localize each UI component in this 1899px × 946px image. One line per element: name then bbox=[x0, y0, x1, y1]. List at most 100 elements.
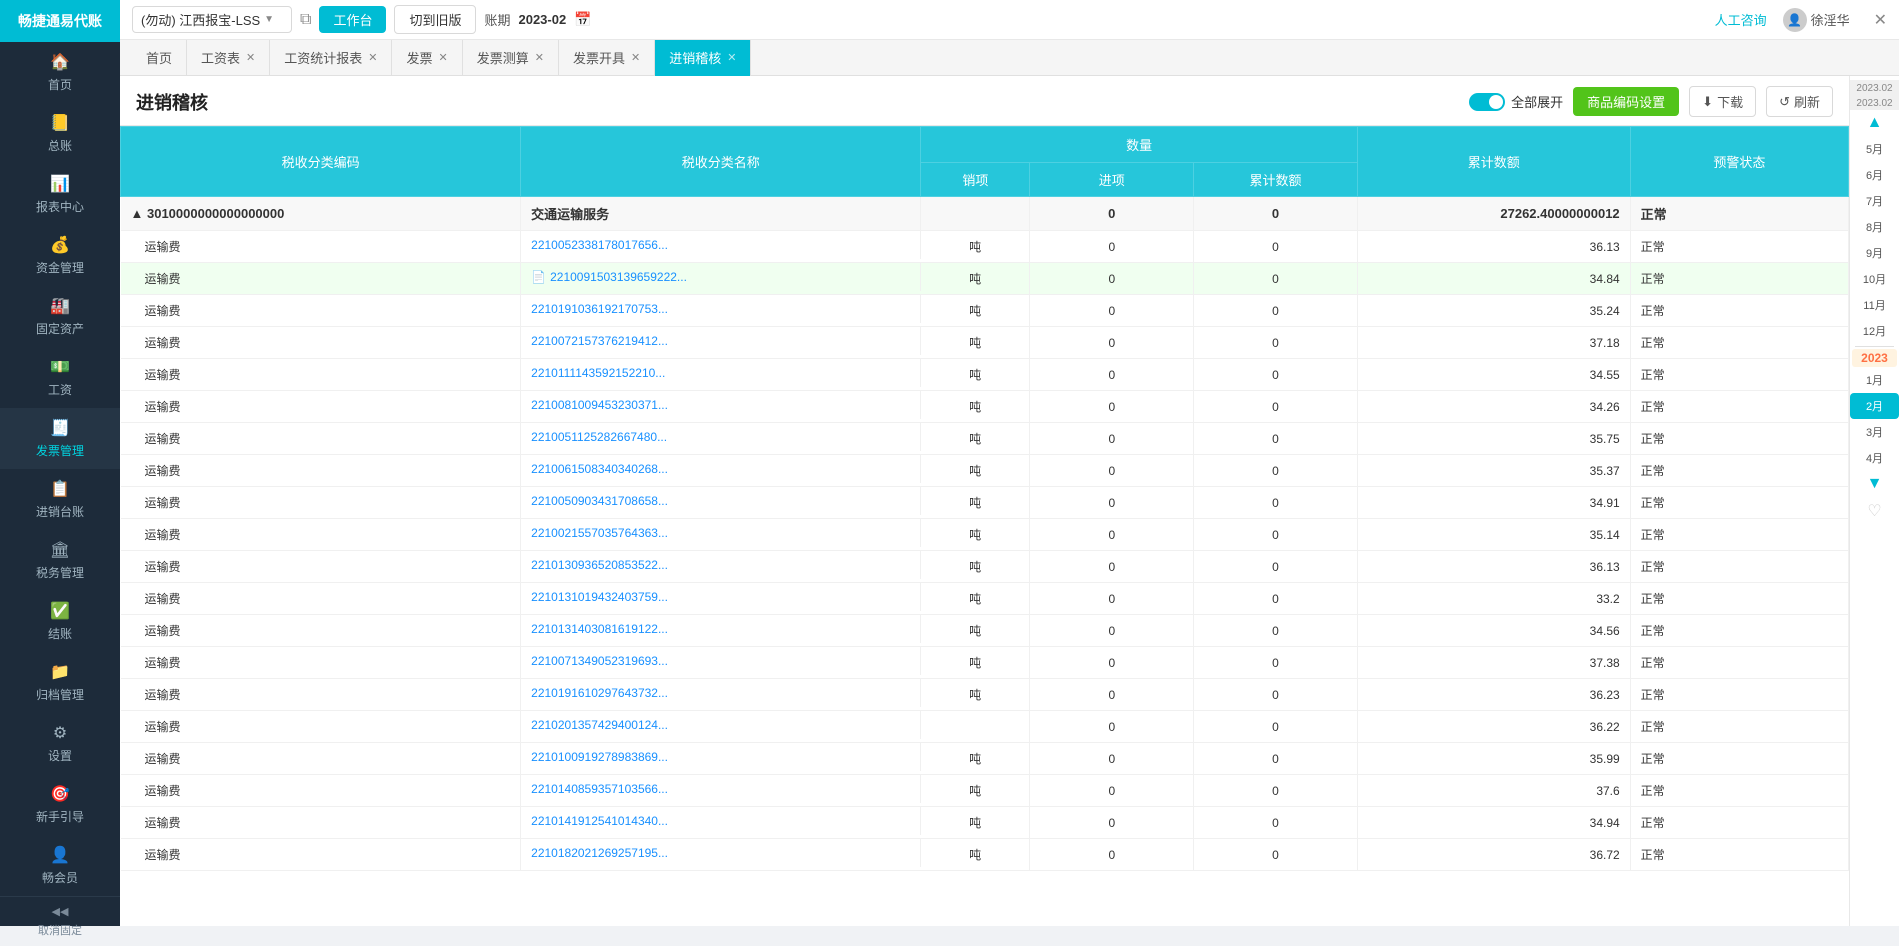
sidebar-item-label: 税务管理 bbox=[36, 564, 84, 581]
calendar-nav-up[interactable]: ▲ bbox=[1863, 110, 1887, 136]
tab-invoice-label: 发票 bbox=[406, 48, 432, 67]
table-row[interactable]: 运输费 2210141912541014340... 吨 0 0 34.94 正… bbox=[121, 807, 1849, 839]
tab-close-icon[interactable]: ✕ bbox=[727, 51, 736, 64]
sidebar-item-invoice[interactable]: 🧾 发票管理 bbox=[0, 408, 120, 469]
cell-status: 正常 bbox=[1630, 839, 1848, 871]
unpin-button[interactable]: ◀◀ 取消固定 bbox=[0, 896, 120, 946]
tab-close-icon[interactable]: ✕ bbox=[368, 51, 377, 64]
sidebar-item-assets[interactable]: 🏭 固定资产 bbox=[0, 286, 120, 347]
tab-payroll-stats[interactable]: 工资统计报表 ✕ bbox=[270, 40, 392, 76]
cell-cumulative: 27262.40000000012 bbox=[1357, 197, 1630, 231]
switch-version-button[interactable]: 切到旧版 bbox=[394, 5, 476, 34]
tab-sales-verify[interactable]: 进销稽核 ✕ bbox=[655, 40, 751, 76]
cal-month-7[interactable]: 7月 bbox=[1850, 188, 1899, 214]
table-row[interactable]: 运输费 2210051125282667480... 吨 0 0 35.75 正… bbox=[121, 423, 1849, 455]
cal-month-feb[interactable]: 2月 bbox=[1850, 393, 1899, 419]
table-row[interactable]: 运输费 2210201357429400124... 0 0 36.22 正常 bbox=[121, 711, 1849, 743]
company-selector[interactable]: (勿动) 江西报宝-LSS ▼ bbox=[132, 6, 292, 33]
download-button[interactable]: ⬇ 下载 bbox=[1689, 86, 1756, 117]
cell-cumulative: 35.75 bbox=[1357, 423, 1630, 455]
sidebar-item-archive[interactable]: 📁 归档管理 bbox=[0, 652, 120, 713]
tab-home[interactable]: 首页 bbox=[132, 40, 187, 76]
sidebar-item-payroll[interactable]: 💵 工资 bbox=[0, 347, 120, 408]
table-row[interactable]: 运输费 2210130936520853522... 吨 0 0 36.13 正… bbox=[121, 551, 1849, 583]
table-row[interactable]: 运输费 2210140859357103566... 吨 0 0 37.6 正常 bbox=[121, 775, 1849, 807]
sidebar: 畅捷通易代账 🏠 首页 📒 总账 📊 报表中心 💰 资金管理 🏭 固定资产 💵 … bbox=[0, 0, 120, 926]
cal-month-12[interactable]: 12月 bbox=[1850, 318, 1899, 344]
close-button[interactable]: ✕ bbox=[1874, 10, 1887, 30]
cell-purchase: 0 bbox=[1194, 711, 1358, 743]
cal-month-mar[interactable]: 3月 bbox=[1850, 419, 1899, 445]
cal-month-8[interactable]: 8月 bbox=[1850, 214, 1899, 240]
toggle-switch[interactable] bbox=[1469, 93, 1505, 111]
cell-invoice: 2210140859357103566... bbox=[521, 775, 921, 803]
cell-unit: 吨 bbox=[921, 647, 1030, 679]
cell-cumulative: 35.99 bbox=[1357, 743, 1630, 775]
table-row[interactable]: 运输费 2210072157376219412... 吨 0 0 37.18 正… bbox=[121, 327, 1849, 359]
copy-icon[interactable]: ⧉ bbox=[300, 11, 311, 29]
table-row[interactable]: 运输费 📄 2210091503139659222... 吨 0 0 34.84… bbox=[121, 263, 1849, 295]
table-row[interactable]: 运输费 2210050903431708658... 吨 0 0 34.91 正… bbox=[121, 487, 1849, 519]
tab-close-icon[interactable]: ✕ bbox=[535, 51, 544, 64]
col-sales: 销项 bbox=[921, 163, 1030, 197]
calendar-icon[interactable]: 📅 bbox=[574, 11, 591, 28]
table-row[interactable]: 运输费 2210111143592152210... 吨 0 0 34.55 正… bbox=[121, 359, 1849, 391]
cell-invoice: 2210191036192170753... bbox=[521, 295, 921, 323]
sidebar-item-sales-ledger[interactable]: 📋 进销台账 bbox=[0, 469, 120, 530]
sidebar-item-settings[interactable]: ⚙ 设置 bbox=[0, 713, 120, 774]
cell-name: 运输费 bbox=[121, 839, 521, 871]
sidebar-item-capital[interactable]: 💰 资金管理 bbox=[0, 225, 120, 286]
table-row[interactable]: 运输费 2210081009453230371... 吨 0 0 34.26 正… bbox=[121, 391, 1849, 423]
user-menu[interactable]: 👤 徐淫华 bbox=[1783, 8, 1850, 32]
support-link[interactable]: 人工咨询 bbox=[1715, 10, 1767, 29]
calendar-nav-down[interactable]: ▼ bbox=[1863, 471, 1887, 497]
tab-payroll-table[interactable]: 工资表 ✕ bbox=[187, 40, 270, 76]
sidebar-item-ledger[interactable]: 📒 总账 bbox=[0, 103, 120, 164]
cell-status: 正常 bbox=[1630, 391, 1848, 423]
cal-month-jan[interactable]: 1月 bbox=[1850, 367, 1899, 393]
product-code-settings-button[interactable]: 商品编码设置 bbox=[1573, 87, 1679, 116]
cell-purchase: 0 bbox=[1194, 391, 1358, 423]
sidebar-item-member[interactable]: 👤 畅会员 bbox=[0, 835, 120, 896]
table-row[interactable]: ▲ 3010000000000000000 交通运输服务 0 0 27262.4… bbox=[121, 197, 1849, 231]
table-row[interactable]: 运输费 2210061508340340268... 吨 0 0 35.37 正… bbox=[121, 455, 1849, 487]
cal-month-5[interactable]: 5月 bbox=[1850, 136, 1899, 162]
cal-month-6[interactable]: 6月 bbox=[1850, 162, 1899, 188]
table-row[interactable]: 运输费 2210052338178017656... 吨 0 0 36.13 正… bbox=[121, 231, 1849, 263]
cell-name: 交通运输服务 bbox=[521, 197, 921, 231]
sidebar-item-guide[interactable]: 🎯 新手引导 bbox=[0, 774, 120, 835]
cal-month-apr[interactable]: 4月 bbox=[1850, 445, 1899, 471]
cell-unit: 吨 bbox=[921, 679, 1030, 711]
toggle-expand[interactable]: 全部展开 bbox=[1469, 92, 1563, 111]
table-row[interactable]: 运输费 2210191610297643732... 吨 0 0 36.23 正… bbox=[121, 679, 1849, 711]
table-row[interactable]: 运输费 2210182021269257195... 吨 0 0 36.72 正… bbox=[121, 839, 1849, 871]
table-row[interactable]: 运输费 2210131019432403759... 吨 0 0 33.2 正常 bbox=[121, 583, 1849, 615]
cell-unit: 吨 bbox=[921, 583, 1030, 615]
cal-month-9[interactable]: 9月 bbox=[1850, 240, 1899, 266]
cal-month-10[interactable]: 10月 bbox=[1850, 266, 1899, 292]
sidebar-item-home[interactable]: 🏠 首页 bbox=[0, 42, 120, 103]
table-row[interactable]: 运输费 2210071349052319693... 吨 0 0 37.38 正… bbox=[121, 647, 1849, 679]
table-row[interactable]: 运输费 2210131403081619122... 吨 0 0 34.56 正… bbox=[121, 615, 1849, 647]
table-row[interactable]: 运输费 2210191036192170753... 吨 0 0 35.24 正… bbox=[121, 295, 1849, 327]
sidebar-item-reports[interactable]: 📊 报表中心 bbox=[0, 164, 120, 225]
cell-unit: 吨 bbox=[921, 807, 1030, 839]
cal-month-11[interactable]: 11月 bbox=[1850, 292, 1899, 318]
table-row[interactable]: 运输费 2210100919278983869... 吨 0 0 35.99 正… bbox=[121, 743, 1849, 775]
sidebar-item-tax[interactable]: 🏛 税务管理 bbox=[0, 530, 120, 591]
table-row[interactable]: 运输费 2210021557035764363... 吨 0 0 35.14 正… bbox=[121, 519, 1849, 551]
cell-name: 运输费 bbox=[121, 615, 521, 647]
cell-sales: 0 bbox=[1030, 711, 1194, 743]
refresh-button[interactable]: ↺ 刷新 bbox=[1766, 86, 1833, 117]
tabbar: 首页 工资表 ✕ 工资统计报表 ✕ 发票 ✕ 发票测算 ✕ 发票开具 ✕ 进销稽… bbox=[120, 40, 1899, 76]
tab-invoice-open[interactable]: 发票开具 ✕ bbox=[559, 40, 655, 76]
tab-close-icon[interactable]: ✕ bbox=[631, 51, 640, 64]
workspace-button[interactable]: 工作台 bbox=[319, 6, 386, 33]
tab-invoice[interactable]: 发票 ✕ bbox=[392, 40, 462, 76]
sidebar-item-settle[interactable]: ✅ 结账 bbox=[0, 591, 120, 652]
tab-close-icon[interactable]: ✕ bbox=[246, 51, 255, 64]
tab-invoice-calc[interactable]: 发票测算 ✕ bbox=[463, 40, 559, 76]
topbar: (勿动) 江西报宝-LSS ▼ ⧉ 工作台 切到旧版 账期 2023-02 📅 … bbox=[120, 0, 1899, 40]
tab-close-icon[interactable]: ✕ bbox=[439, 51, 448, 64]
cell-cumulative: 34.55 bbox=[1357, 359, 1630, 391]
